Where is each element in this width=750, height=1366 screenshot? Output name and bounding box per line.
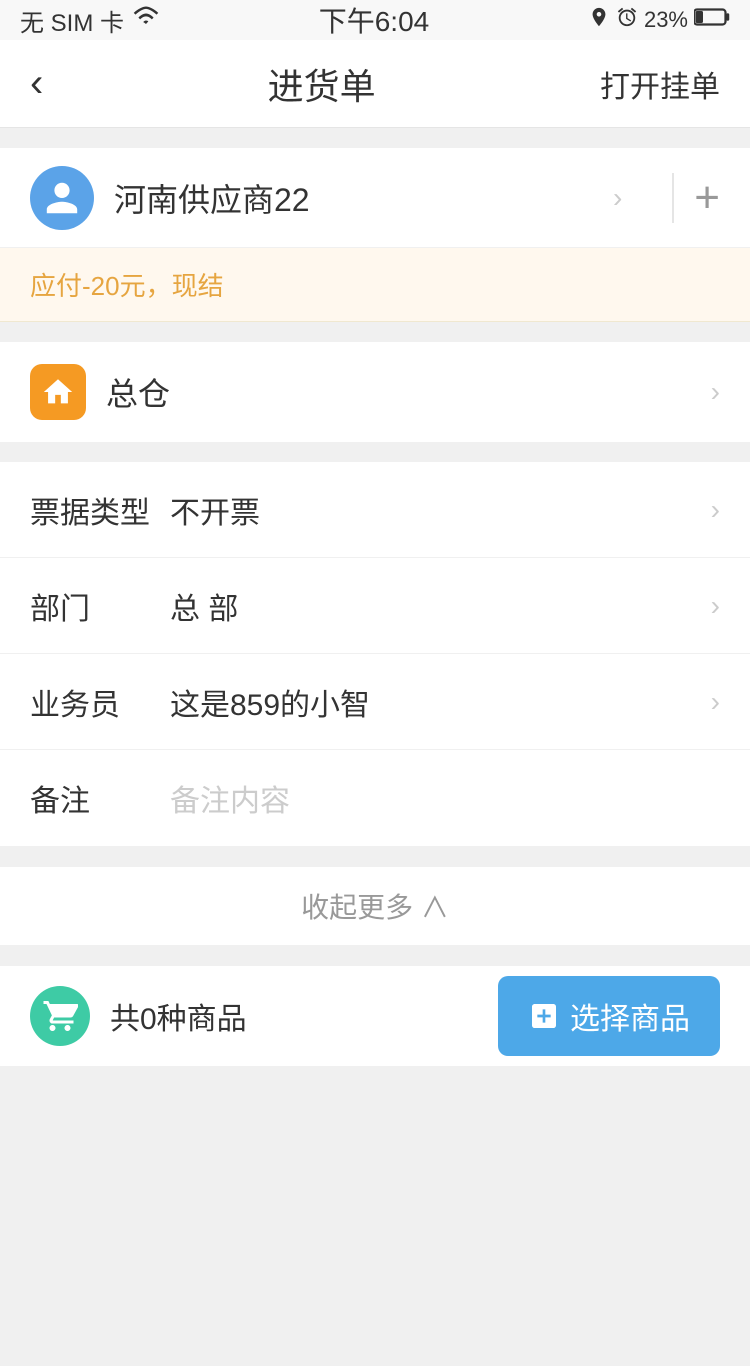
battery-icon — [694, 6, 730, 34]
department-label: 部门 — [30, 584, 170, 628]
product-icon — [30, 986, 90, 1046]
nav-bar: ‹ 进货单 打开挂单 — [0, 40, 750, 128]
status-left: 无 SIM 卡 — [20, 3, 160, 38]
select-product-icon — [528, 1000, 560, 1032]
add-supplier-button[interactable]: + — [694, 173, 720, 223]
notice-banner: 应付-20元，现结 — [0, 248, 750, 322]
status-bar: 无 SIM 卡 下午6:04 23% — [0, 0, 750, 40]
form-section: 票据类型 不开票 › 部门 总 部 › 业务员 这是859的小智 › 备注 备注… — [0, 462, 750, 846]
main-background — [0, 1066, 750, 1366]
product-section: 共0种商品 选择商品 — [0, 966, 750, 1066]
department-chevron-icon: › — [711, 590, 720, 622]
alarm-icon — [616, 6, 638, 34]
salesperson-label: 业务员 — [30, 680, 170, 724]
invoice-type-chevron-icon: › — [711, 494, 720, 526]
department-value: 总 部 — [170, 584, 711, 628]
collapse-row[interactable]: 收起更多 ∧ — [0, 866, 750, 946]
product-count-label: 共0种商品 — [110, 994, 498, 1038]
salesperson-row[interactable]: 业务员 这是859的小智 › — [0, 654, 750, 750]
invoice-type-value: 不开票 — [170, 488, 711, 532]
select-product-button[interactable]: 选择商品 — [498, 976, 720, 1056]
status-time: 下午6:04 — [319, 0, 430, 40]
collapse-text: 收起更多 ∧ — [301, 886, 449, 926]
section-gap-1 — [0, 128, 750, 148]
wifi-icon — [132, 3, 160, 38]
warehouse-icon — [30, 364, 86, 420]
supplier-avatar — [30, 166, 94, 230]
remark-input[interactable]: 备注内容 — [170, 776, 720, 820]
supplier-section: 河南供应商22 › + — [0, 148, 750, 248]
remark-label: 备注 — [30, 776, 170, 820]
cart-icon — [42, 998, 78, 1034]
notice-text: 应付-20元，现结 — [30, 271, 224, 301]
page-title: 进货单 — [268, 58, 376, 110]
carrier-label: 无 SIM 卡 — [20, 3, 124, 38]
salesperson-chevron-icon: › — [711, 686, 720, 718]
battery-label: 23% — [644, 7, 688, 33]
invoice-type-label: 票据类型 — [30, 488, 170, 532]
warehouse-section[interactable]: 总仓 › — [0, 342, 750, 442]
warehouse-chevron-icon: › — [711, 376, 720, 408]
salesperson-value: 这是859的小智 — [170, 680, 711, 724]
back-button[interactable]: ‹ — [30, 61, 43, 106]
select-product-label: 选择商品 — [570, 994, 690, 1038]
status-right: 23% — [588, 6, 730, 34]
supplier-divider — [672, 173, 674, 223]
open-pending-button[interactable]: 打开挂单 — [600, 62, 720, 106]
person-icon — [43, 179, 81, 217]
remark-row[interactable]: 备注 备注内容 — [0, 750, 750, 846]
supplier-chevron-icon: › — [613, 182, 622, 214]
location-icon — [588, 6, 610, 34]
supplier-name[interactable]: 河南供应商22 — [114, 175, 613, 221]
warehouse-name: 总仓 — [106, 369, 711, 415]
invoice-type-row[interactable]: 票据类型 不开票 › — [0, 462, 750, 558]
department-row[interactable]: 部门 总 部 › — [0, 558, 750, 654]
home-icon — [41, 375, 75, 409]
